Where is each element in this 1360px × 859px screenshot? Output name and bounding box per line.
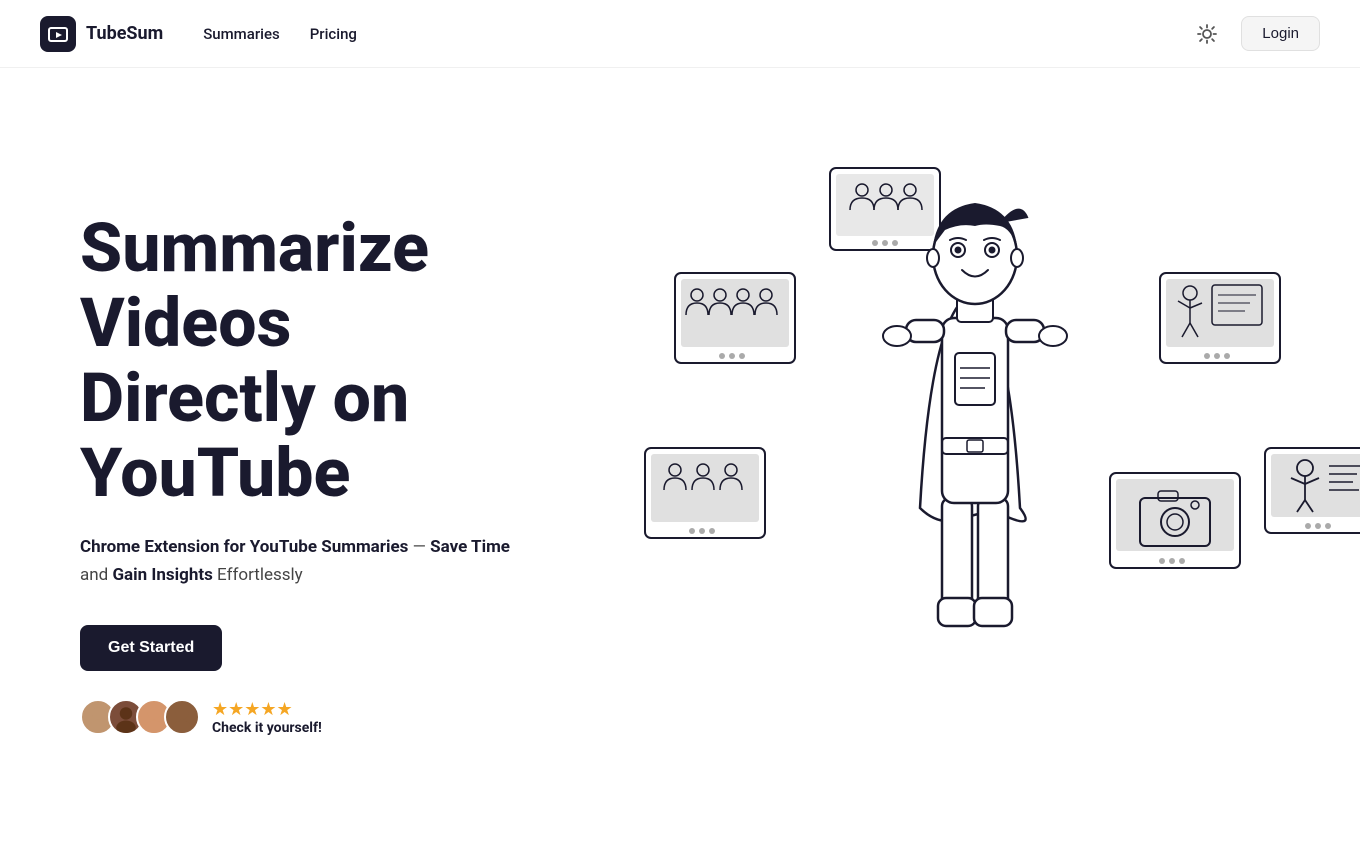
hero-subtitle: Chrome Extension for YouTube Summaries —… — [80, 534, 540, 588]
hero-title: Summarize Videos Directly on YouTube — [80, 211, 540, 510]
navbar: TubeSum Summaries Pricing Login — [0, 0, 1360, 68]
nav-right: Login — [1189, 16, 1320, 52]
nav-link-summaries[interactable]: Summaries — [203, 25, 280, 43]
hero-content: Summarize Videos Directly on YouTube Chr… — [80, 211, 540, 736]
subtitle-save: Save Time — [430, 537, 510, 557]
subtitle-effortlessly: Effortlessly — [213, 565, 303, 585]
nav-link-pricing[interactable]: Pricing — [310, 25, 357, 43]
social-text: Check it yourself! — [212, 720, 322, 736]
subtitle-gain: Gain Insights — [112, 565, 212, 585]
subtitle-and: and — [80, 565, 112, 585]
stars-rating: ★★★★★ Check it yourself! — [212, 699, 322, 736]
subtitle-chrome: Chrome Extension for YouTube Summaries — [80, 537, 408, 557]
sun-icon — [1197, 24, 1217, 44]
avatar-group — [80, 699, 200, 735]
login-button[interactable]: Login — [1241, 16, 1320, 51]
logo-text: TubeSum — [86, 23, 163, 44]
subtitle-dash: — — [408, 537, 430, 557]
nav-item-summaries[interactable]: Summaries — [203, 24, 280, 43]
logo-link[interactable]: TubeSum — [40, 16, 163, 52]
social-proof: ★★★★★ Check it yourself! — [80, 699, 540, 736]
hero-illustration — [520, 118, 1360, 859]
hero-svg — [520, 118, 1360, 859]
get-started-button[interactable]: Get Started — [80, 625, 222, 671]
hero-section: Summarize Videos Directly on YouTube Chr… — [0, 68, 1360, 859]
nav-links: Summaries Pricing — [203, 24, 1189, 43]
star-icons: ★★★★★ — [212, 699, 322, 720]
logo-icon — [40, 16, 76, 52]
theme-toggle-button[interactable] — [1189, 16, 1225, 52]
nav-item-pricing[interactable]: Pricing — [310, 24, 357, 43]
avatar — [164, 699, 200, 735]
